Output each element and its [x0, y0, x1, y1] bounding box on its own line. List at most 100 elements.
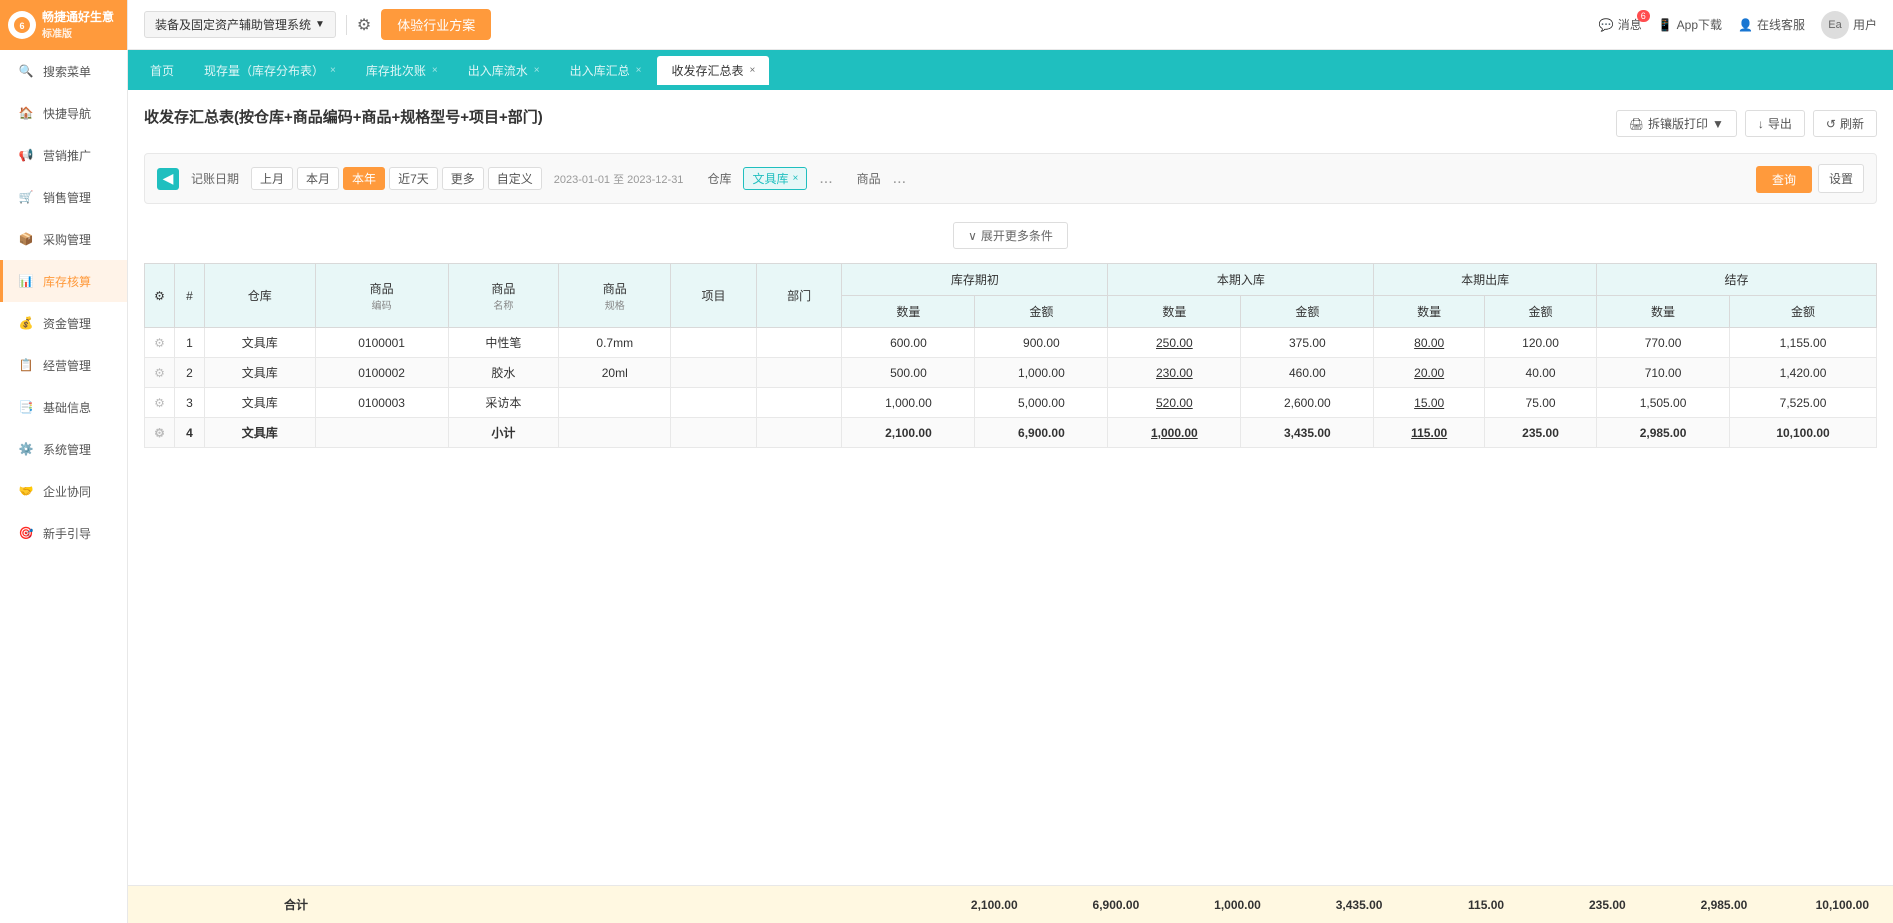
date-btn-this-year[interactable]: 本年	[343, 167, 385, 190]
date-btn-7days[interactable]: 近7天	[389, 167, 438, 190]
table-row: ⚙3文具库0100003采访本1,000.005,000.00520.002,6…	[145, 388, 1877, 418]
tab-flow[interactable]: 出入库流水 ×	[454, 56, 554, 85]
print-icon: 🖨	[1629, 117, 1644, 131]
in-qty-cell-link[interactable]: 520.00	[1156, 396, 1193, 410]
in-qty-cell[interactable]: 1,000.00	[1108, 418, 1241, 448]
tab-close-flow[interactable]: ×	[534, 65, 540, 76]
in-qty-cell[interactable]: 230.00	[1108, 358, 1241, 388]
out-qty-cell-link[interactable]: 20.00	[1414, 366, 1444, 380]
tab-close-recv-send[interactable]: ×	[749, 65, 755, 76]
out-qty-cell[interactable]: 20.00	[1374, 358, 1485, 388]
refresh-button[interactable]: ↺ 刷新	[1813, 110, 1877, 137]
chevron-down-icon: ▼	[1712, 117, 1724, 131]
bal-amt-cell: 7,525.00	[1730, 388, 1877, 418]
system-selector[interactable]: 装备及固定资产辅助管理系统 ▼	[144, 11, 336, 38]
user-item[interactable]: Ea 用户	[1821, 11, 1877, 39]
marketing-icon: 📢	[17, 146, 35, 164]
sidebar-item-system[interactable]: ⚙️ 系统管理	[0, 428, 127, 470]
notification-item[interactable]: 💬 消息 6	[1599, 16, 1642, 33]
footer-out-amt: 235.00	[1512, 892, 1634, 917]
sidebar-item-search[interactable]: 🔍 搜索菜单	[0, 50, 127, 92]
goods-more-dots[interactable]: ...	[893, 170, 906, 188]
tab-home[interactable]: 首页	[136, 56, 188, 85]
sidebar-item-operations[interactable]: 📋 经营管理	[0, 344, 127, 386]
sales-icon: 🛒	[17, 188, 35, 206]
tab-close-summary[interactable]: ×	[636, 65, 642, 76]
phone-icon: 📱	[1658, 18, 1673, 32]
date-btn-more[interactable]: 更多	[442, 167, 484, 190]
out-qty-cell-link[interactable]: 15.00	[1414, 396, 1444, 410]
date-btn-last-month[interactable]: 上月	[251, 167, 293, 190]
in-qty-cell-link[interactable]: 230.00	[1156, 366, 1193, 380]
filter-toggle-button[interactable]: ◀	[157, 168, 179, 190]
th-project: 项目	[671, 264, 757, 328]
footer-in-qty: 1,000.00	[1147, 892, 1269, 917]
export-button[interactable]: ↓ 导出	[1745, 110, 1805, 137]
in-amt-cell: 3,435.00	[1241, 418, 1374, 448]
sidebar-item-finance[interactable]: 💰 资金管理	[0, 302, 127, 344]
sidebar-item-inventory[interactable]: 📊 库存核算	[0, 260, 127, 302]
date-btn-this-month[interactable]: 本月	[297, 167, 339, 190]
column-settings-icon[interactable]: ⚙	[154, 289, 165, 303]
tab-inventory-dist[interactable]: 现存量（库存分布表） ×	[190, 56, 350, 85]
sidebar-item-sales[interactable]: 🛒 销售管理	[0, 176, 127, 218]
in-qty-cell-link[interactable]: 1,000.00	[1151, 426, 1198, 440]
sidebar-item-marketing[interactable]: 📢 营销推广	[0, 134, 127, 176]
expand-conditions-button[interactable]: ∨ 展开更多条件	[953, 222, 1068, 249]
footer-spacer	[144, 448, 1877, 488]
sidebar-item-quick-nav[interactable]: 🏠 快捷导航	[0, 92, 127, 134]
tab-batch-ledger[interactable]: 库存批次账 ×	[352, 56, 452, 85]
avatar: Ea	[1821, 11, 1849, 39]
open-amt-cell: 1,000.00	[975, 358, 1108, 388]
out-amt-cell: 40.00	[1485, 358, 1597, 388]
footer-bal-amt: 10,100.00	[1755, 892, 1877, 917]
code-cell: 0100003	[315, 388, 448, 418]
sidebar-item-basic[interactable]: 📑 基础信息	[0, 386, 127, 428]
tab-close-inventory-dist[interactable]: ×	[330, 65, 336, 76]
operations-icon: 📋	[17, 356, 35, 374]
sidebar-item-collab[interactable]: 🤝 企业协同	[0, 470, 127, 512]
filter-area: ◀ 记账日期 上月 本月 本年 近7天 更多 自定义 2023-01-01 至 …	[144, 153, 1877, 204]
in-qty-cell[interactable]: 520.00	[1108, 388, 1241, 418]
footer-label: 合计	[235, 892, 357, 917]
experience-button[interactable]: 体验行业方案	[381, 9, 491, 40]
online-service-item[interactable]: 👤 在线客服	[1738, 16, 1805, 33]
dept-cell	[756, 358, 842, 388]
th-spec: 商品规格	[559, 264, 671, 328]
index-cell: 3	[175, 388, 205, 418]
finance-icon: 💰	[17, 314, 35, 332]
in-qty-cell-link[interactable]: 250.00	[1156, 336, 1193, 350]
sidebar-item-guide[interactable]: 🎯 新手引导	[0, 512, 127, 554]
warehouse-cell: 文具库	[205, 418, 316, 448]
inventory-icon: 📊	[17, 272, 35, 290]
name-cell: 采访本	[448, 388, 559, 418]
tabs-bar: 首页 现存量（库存分布表） × 库存批次账 × 出入库流水 × 出入库汇总 × …	[128, 50, 1893, 90]
warehouse-tag-close[interactable]: ×	[792, 173, 798, 184]
settings-icon[interactable]: ⚙	[357, 15, 371, 35]
tab-summary[interactable]: 出入库汇总 ×	[556, 56, 656, 85]
out-qty-cell[interactable]: 15.00	[1374, 388, 1485, 418]
th-out-qty: 数量	[1374, 296, 1485, 328]
page-header-right: 🖨 拆镶版打印 ▼ ↓ 导出 ↺ 刷新	[1616, 110, 1877, 137]
out-qty-cell-link[interactable]: 80.00	[1414, 336, 1444, 350]
footer-total: 合计 2,100.00 6,900.00 1,000.00 3,435.00 1…	[128, 885, 1893, 923]
index-cell: 1	[175, 328, 205, 358]
print-button[interactable]: 🖨 拆镶版打印 ▼	[1616, 110, 1737, 137]
date-btn-custom[interactable]: 自定义	[488, 167, 542, 190]
in-qty-cell[interactable]: 250.00	[1108, 328, 1241, 358]
filter-settings-button[interactable]: 设置	[1818, 164, 1864, 193]
sidebar-item-purchase[interactable]: 📦 采购管理	[0, 218, 127, 260]
out-qty-cell-link[interactable]: 115.00	[1411, 426, 1447, 440]
tab-close-batch-ledger[interactable]: ×	[432, 65, 438, 76]
out-qty-cell[interactable]: 80.00	[1374, 328, 1485, 358]
main-area: 装备及固定资产辅助管理系统 ▼ ⚙ 体验行业方案 💬 消息 6 📱 App下载 …	[128, 0, 1893, 923]
basic-icon: 📑	[17, 398, 35, 416]
query-button[interactable]: 查询	[1756, 166, 1812, 193]
tab-recv-send[interactable]: 收发存汇总表 ×	[657, 56, 769, 85]
out-qty-cell[interactable]: 115.00	[1374, 418, 1485, 448]
th-name: 商品名称	[448, 264, 559, 328]
app-download-item[interactable]: 📱 App下载	[1658, 16, 1722, 33]
th-code: 商品编码	[315, 264, 448, 328]
bal-amt-cell: 10,100.00	[1730, 418, 1877, 448]
warehouse-more-dots[interactable]: ...	[819, 170, 832, 188]
